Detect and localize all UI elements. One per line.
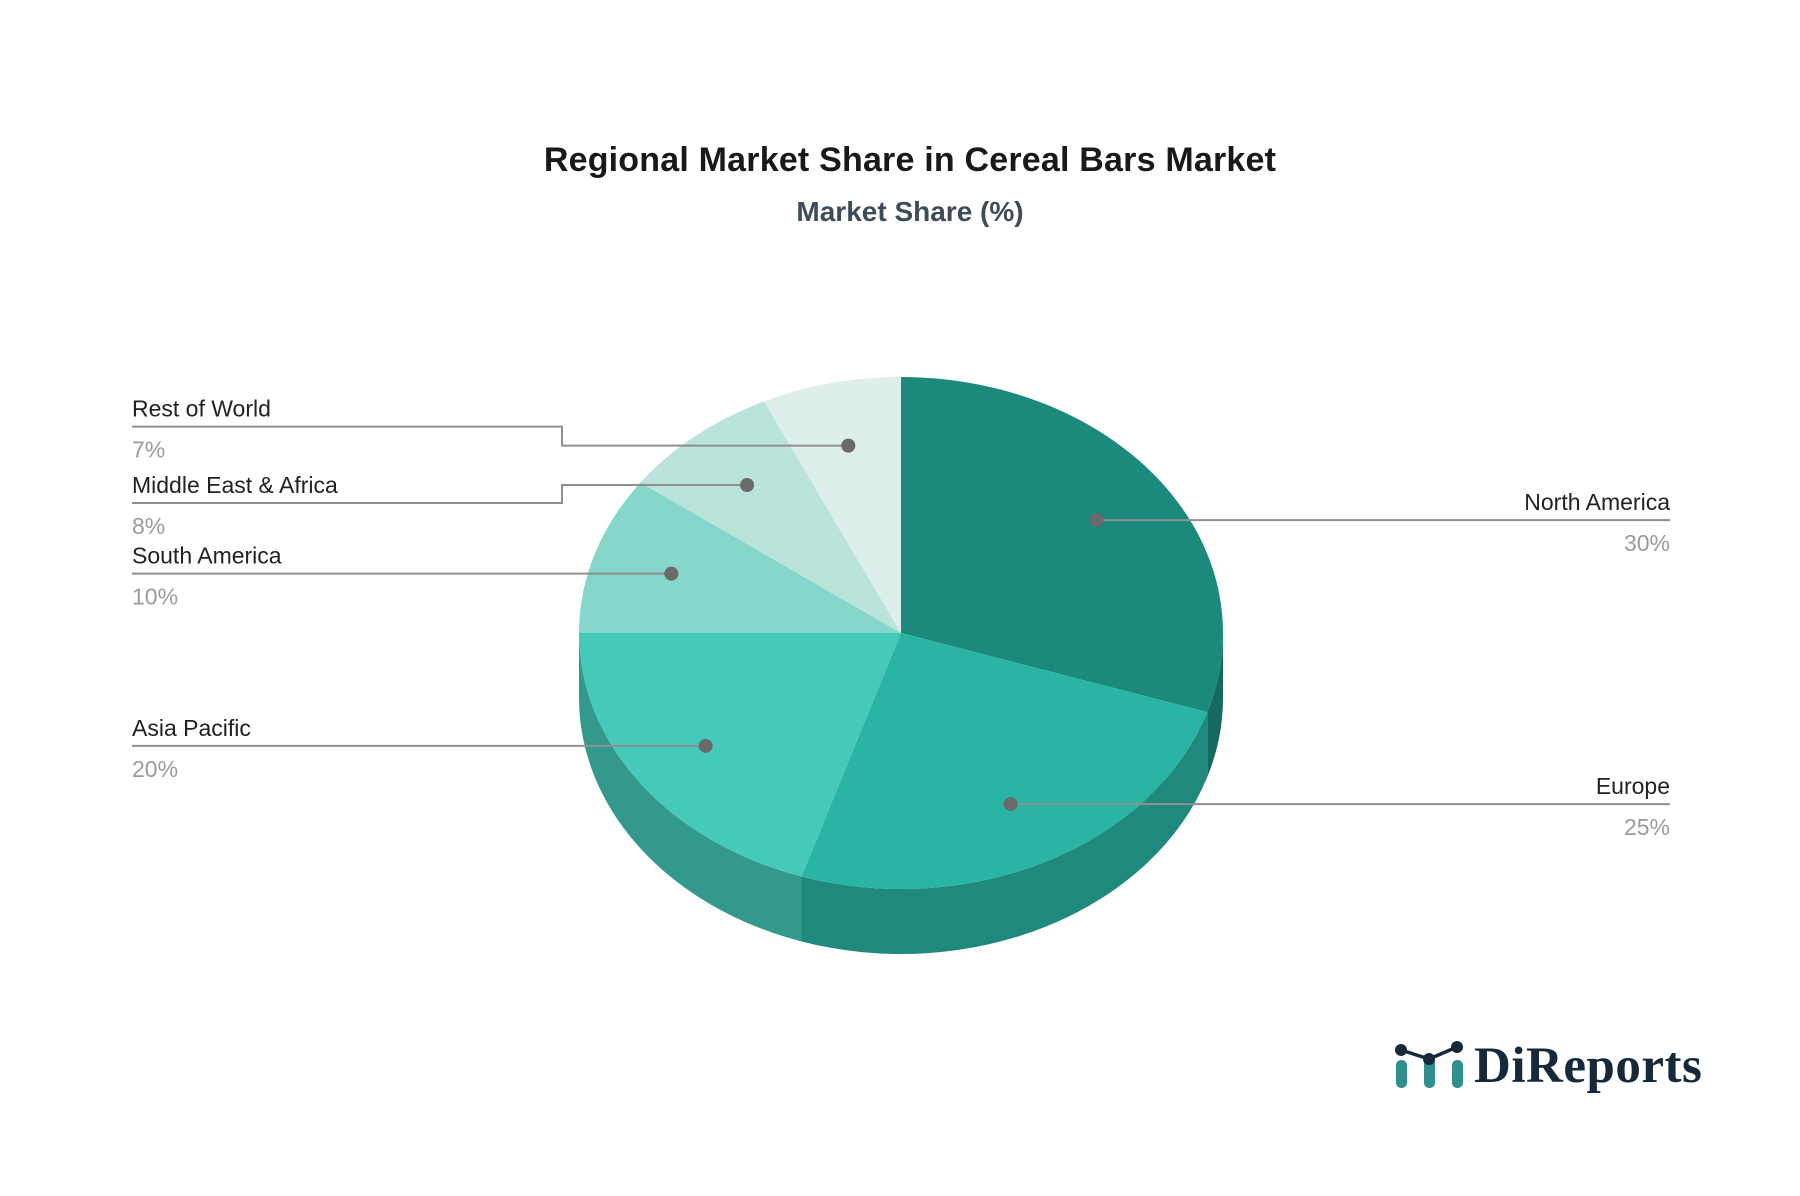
slice-value-rest-of-world: 7%	[132, 437, 165, 463]
pie-chart: North America 30% Europe 25% Asia Pacific 20%…	[132, 377, 1670, 954]
slice-value-middle-east-africa: 8%	[132, 513, 165, 539]
leader-dot-north-america	[1089, 513, 1104, 528]
leader-dot-rest-of-world	[841, 438, 856, 453]
slice-label-south-america: South America	[132, 543, 282, 569]
slice-value-south-america: 10%	[132, 584, 178, 610]
slice-label-asia-pacific: Asia Pacific	[132, 715, 251, 741]
logo-bar-chart-icon	[1395, 1041, 1463, 1088]
leader-dot-south-america	[664, 566, 679, 581]
leader-dot-middle-east-africa	[740, 478, 755, 493]
chart-canvas: Regional Market Share in Cereal Bars Mar…	[0, 0, 1800, 1196]
logo-text: DiReports	[1474, 1038, 1703, 1094]
slice-label-rest-of-world: Rest of World	[132, 396, 271, 422]
slice-value-asia-pacific: 20%	[132, 756, 178, 782]
slice-value-north-america: 30%	[1624, 530, 1670, 556]
logo: DiReports	[1393, 1032, 1702, 1094]
slice-label-middle-east-africa: Middle East & Africa	[132, 472, 338, 498]
leader-dot-asia-pacific	[698, 738, 713, 753]
slice-label-europe: Europe	[1596, 773, 1670, 799]
slice-value-europe: 25%	[1624, 814, 1670, 840]
leader-dot-europe	[1003, 797, 1018, 812]
slice-label-north-america: North America	[1524, 489, 1670, 515]
